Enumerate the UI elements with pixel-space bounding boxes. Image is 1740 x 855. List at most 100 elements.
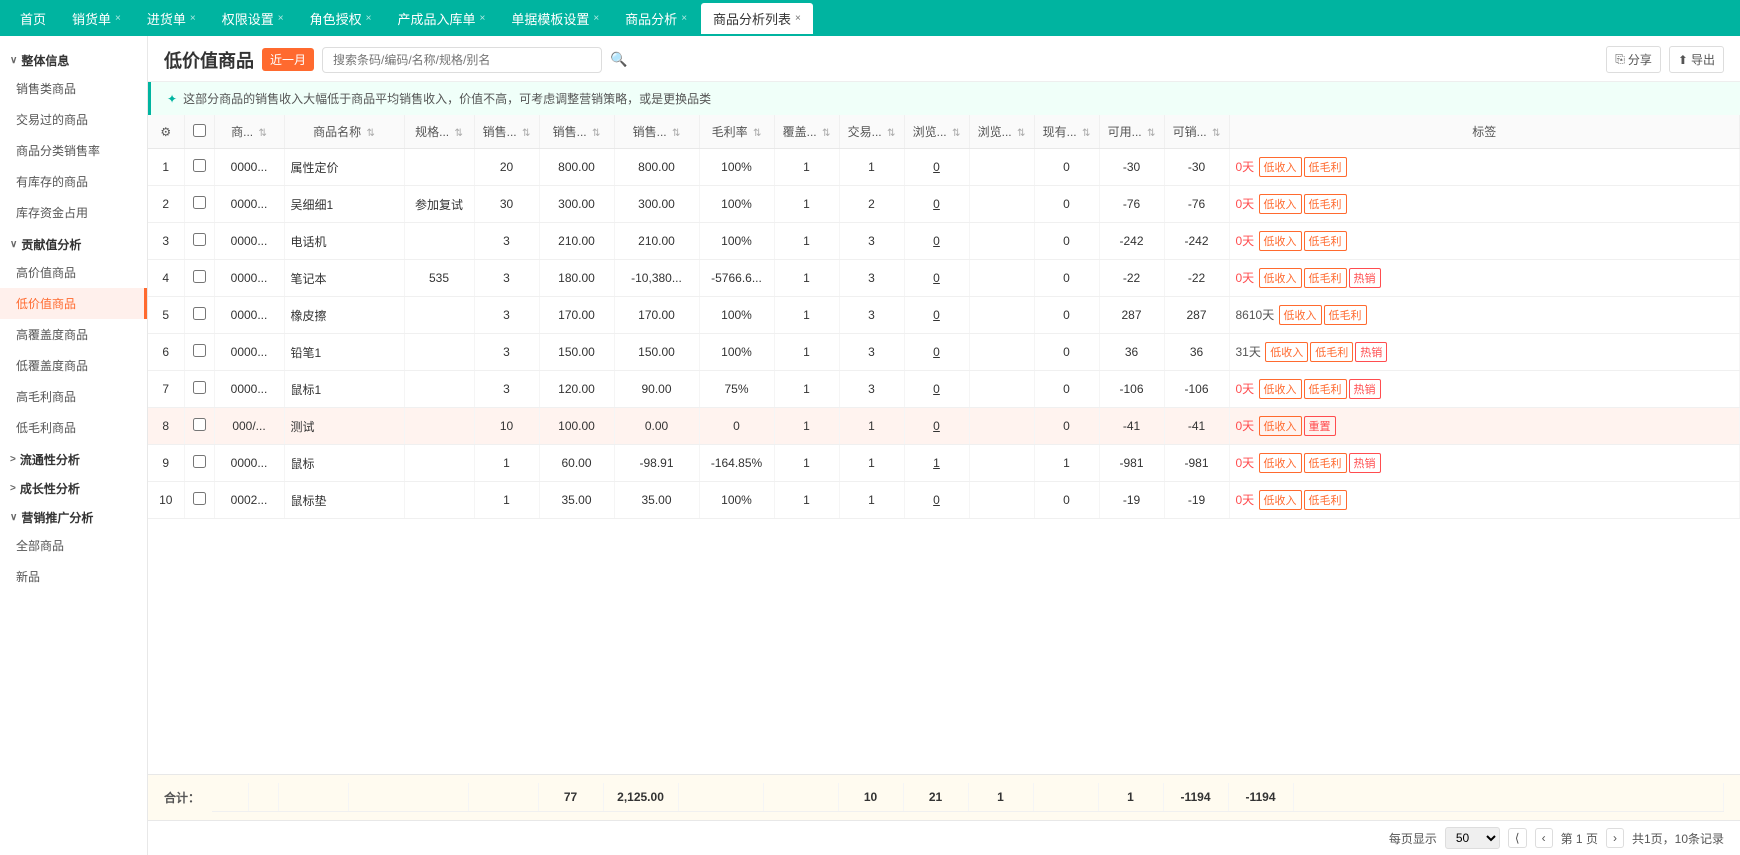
nav-close-icon[interactable]: × — [593, 13, 599, 24]
search-input[interactable] — [322, 47, 602, 73]
nav-item-产成品入库单[interactable]: 产成品入库单× — [385, 3, 497, 34]
nav-item-单据模板设置[interactable]: 单据模板设置× — [499, 3, 611, 34]
nav-item-权限设置[interactable]: 权限设置× — [210, 3, 296, 34]
tag-热销: 热销 — [1349, 379, 1381, 399]
row-checkbox[interactable] — [184, 408, 214, 445]
row-checkbox[interactable] — [184, 482, 214, 519]
nav-close-icon[interactable]: × — [479, 13, 485, 24]
row-view1: 0 — [904, 371, 969, 408]
row-select-checkbox[interactable] — [193, 381, 206, 394]
sidebar-item-高价值商品[interactable]: 高价值商品 — [0, 257, 147, 288]
checkbox-col-header[interactable] — [184, 115, 214, 149]
tag-低毛利: 低毛利 — [1304, 453, 1347, 473]
sidebar-item-库存资金占用[interactable]: 库存资金占用 — [0, 197, 147, 228]
view1-link[interactable]: 0 — [933, 308, 940, 322]
tag-低收入: 低收入 — [1279, 305, 1322, 325]
row-checkbox[interactable] — [184, 297, 214, 334]
nav-item-首页[interactable]: 首页 — [8, 3, 58, 34]
view1-link[interactable]: 0 — [933, 160, 940, 174]
row-tags: 0天 低收入低毛利热销 — [1229, 260, 1740, 297]
share-icon: ⎘ — [1615, 52, 1625, 67]
row-view2 — [969, 334, 1034, 371]
view1-link[interactable]: 0 — [933, 197, 940, 211]
row-days: 31天 — [1236, 345, 1261, 359]
row-checkbox[interactable] — [184, 186, 214, 223]
row-checkbox[interactable] — [184, 260, 214, 297]
select-all-checkbox[interactable] — [193, 124, 206, 137]
row-spec — [404, 408, 474, 445]
row-checkbox[interactable] — [184, 371, 214, 408]
sidebar-item-商品分类销售率[interactable]: 商品分类销售率 — [0, 135, 147, 166]
sidebar-item-有库存的商品[interactable]: 有库存的商品 — [0, 166, 147, 197]
nav-close-icon[interactable]: × — [190, 13, 196, 24]
sidebar-item-全部商品[interactable]: 全部商品 — [0, 530, 147, 561]
row-checkbox[interactable] — [184, 149, 214, 186]
sidebar-item-交易过的商品[interactable]: 交易过的商品 — [0, 104, 147, 135]
sidebar-item-销售类商品[interactable]: 销售类商品 — [0, 73, 147, 104]
sidebar-item-低价值商品[interactable]: 低价值商品 — [0, 288, 147, 319]
view1-link[interactable]: 0 — [933, 234, 940, 248]
view1-link[interactable]: 0 — [933, 271, 940, 285]
row-select-checkbox[interactable] — [193, 418, 206, 431]
view1-link[interactable]: 0 — [933, 382, 940, 396]
row-checkbox[interactable] — [184, 223, 214, 260]
sidebar-item-高毛利商品[interactable]: 高毛利商品 — [0, 381, 147, 412]
sidebar-item-新品[interactable]: 新品 — [0, 561, 147, 592]
sidebar-item-高覆盖度商品[interactable]: 高覆盖度商品 — [0, 319, 147, 350]
row-select-checkbox[interactable] — [193, 307, 206, 320]
row-select-checkbox[interactable] — [193, 159, 206, 172]
row-checkbox[interactable] — [184, 334, 214, 371]
view1-link[interactable]: 0 — [933, 345, 940, 359]
sidebar-group-贡献值分析[interactable]: ∨ 贡献值分析 — [0, 228, 147, 257]
share-button[interactable]: ⎘ 分享 — [1606, 46, 1661, 73]
view1-link[interactable]: 0 — [933, 419, 940, 433]
row-select-checkbox[interactable] — [193, 344, 206, 357]
settings-col-header[interactable]: ⚙ — [148, 115, 184, 149]
view1-link[interactable]: 0 — [933, 493, 940, 507]
nav-close-icon[interactable]: × — [278, 13, 284, 24]
nav-item-进货单[interactable]: 进货单× — [135, 3, 208, 34]
sidebar-group-营销推广分析[interactable]: ∨ 营销推广分析 — [0, 501, 147, 530]
tag-低收入: 低收入 — [1259, 157, 1302, 177]
expand-arrow: ∨ — [10, 512, 17, 523]
search-icon[interactable]: 🔍 — [610, 51, 627, 68]
expand-arrow: ∨ — [10, 239, 17, 250]
nav-close-icon[interactable]: × — [795, 13, 801, 24]
nav-close-icon[interactable]: × — [681, 13, 687, 24]
export-button[interactable]: ⬆ 导出 — [1669, 46, 1724, 73]
nav-item-商品分析列表[interactable]: 商品分析列表× — [701, 3, 813, 34]
view1-link[interactable]: 1 — [933, 456, 940, 470]
prev-page-button[interactable]: ‹ — [1535, 828, 1553, 848]
row-select-checkbox[interactable] — [193, 233, 206, 246]
gear-icon[interactable]: ⚙ — [160, 125, 171, 139]
sidebar-group-整体信息[interactable]: ∨ 整体信息 — [0, 44, 147, 73]
nav-item-商品分析[interactable]: 商品分析× — [613, 3, 699, 34]
row-spec — [404, 223, 474, 260]
per-page-select[interactable]: 50 100 200 — [1445, 827, 1500, 849]
sidebar-group-流通性分析[interactable]: > 流通性分析 — [0, 443, 147, 472]
sidebar-group-成长性分析[interactable]: > 成长性分析 — [0, 472, 147, 501]
table-row: 3 0000... 电话机 3 210.00 210.00 100% 1 3 0… — [148, 223, 1740, 260]
row-trade-count: 3 — [839, 260, 904, 297]
nav-close-icon[interactable]: × — [115, 13, 121, 24]
nav-close-icon[interactable]: × — [366, 13, 372, 24]
row-checkbox[interactable] — [184, 445, 214, 482]
row-select-checkbox[interactable] — [193, 455, 206, 468]
row-sales-price: 35.00 — [539, 482, 614, 519]
row-current: 0 — [1034, 297, 1099, 334]
first-page-button[interactable]: ⟨ — [1508, 828, 1527, 848]
nav-item-销货单[interactable]: 销货单× — [60, 3, 133, 34]
row-sales-amount: 90.00 — [614, 371, 699, 408]
row-select-checkbox[interactable] — [193, 196, 206, 209]
period-button[interactable]: 近一月 — [262, 48, 314, 71]
next-page-button[interactable]: › — [1606, 828, 1624, 848]
row-days: 0天 — [1236, 382, 1255, 396]
nav-item-角色授权[interactable]: 角色授权× — [298, 3, 384, 34]
sidebar-item-低毛利商品[interactable]: 低毛利商品 — [0, 412, 147, 443]
footer-sales-price: 2,125.00 — [603, 783, 678, 812]
row-coverage: 1 — [774, 334, 839, 371]
row-saleable: 287 — [1164, 297, 1229, 334]
row-select-checkbox[interactable] — [193, 270, 206, 283]
sidebar-item-低覆盖度商品[interactable]: 低覆盖度商品 — [0, 350, 147, 381]
row-select-checkbox[interactable] — [193, 492, 206, 505]
